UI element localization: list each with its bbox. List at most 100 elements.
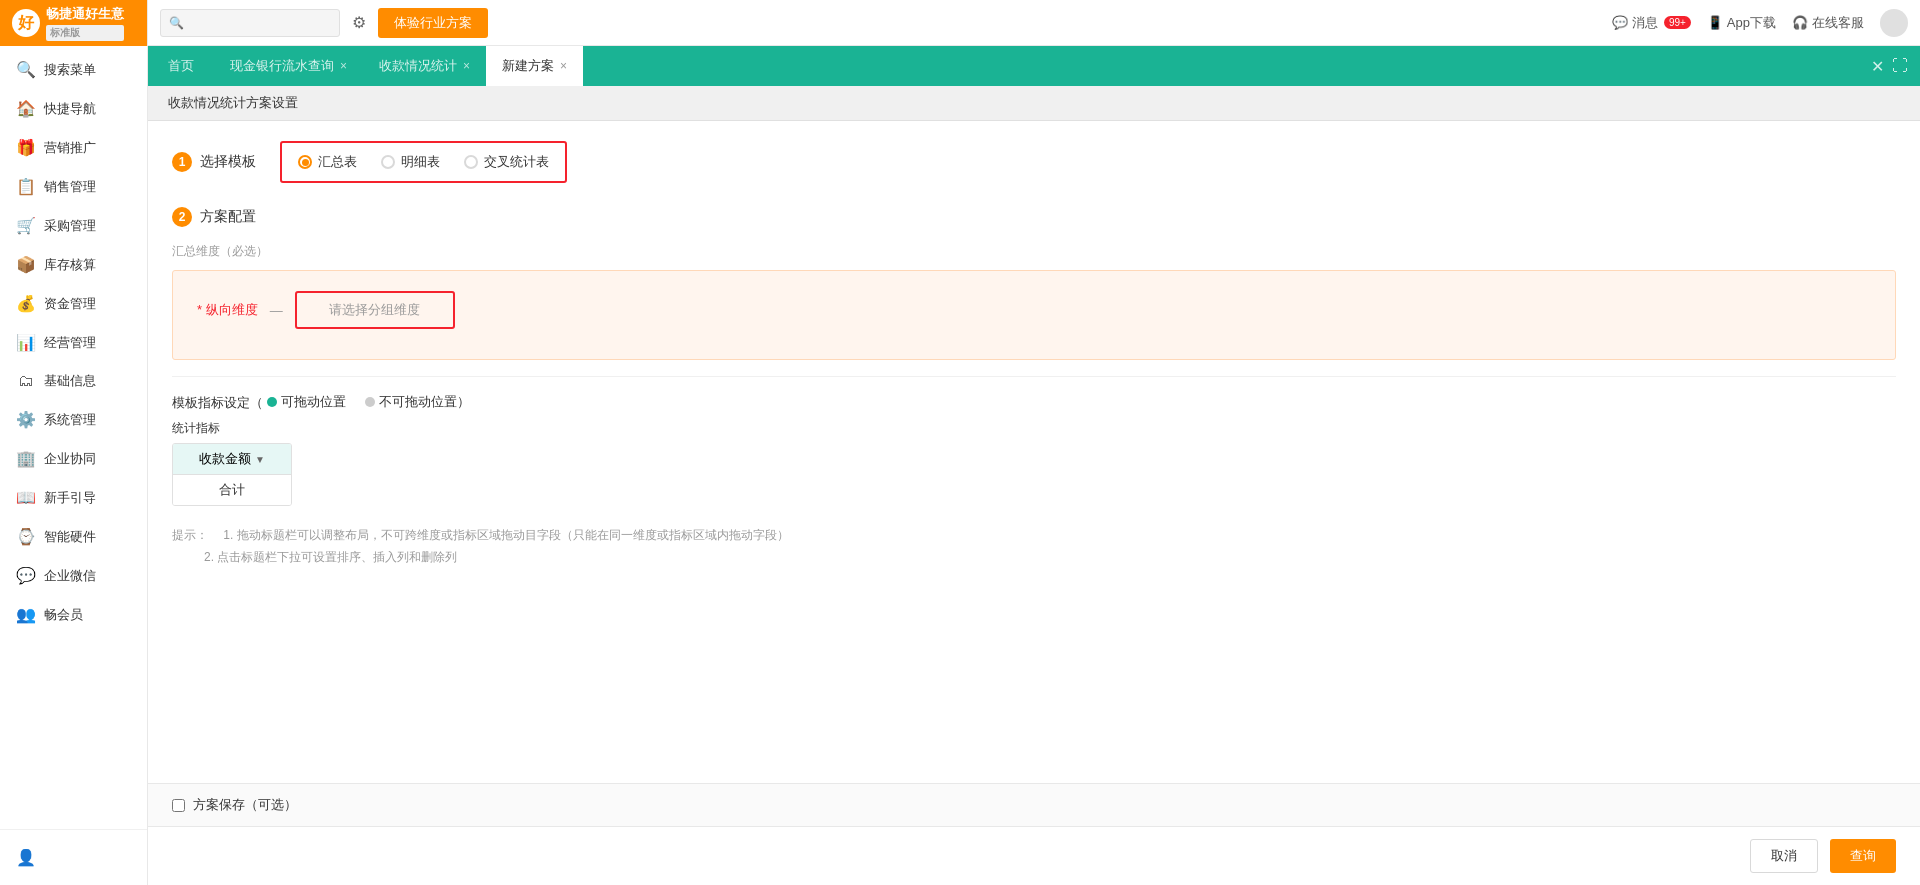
sidebar-item-marketing[interactable]: 🎁 营销推广 <box>0 128 147 167</box>
query-button[interactable]: 查询 <box>1830 839 1896 873</box>
sidebar-label-enterprise: 企业协同 <box>44 450 96 468</box>
logo-text-block: 畅捷通好生意 标准版 <box>46 5 124 41</box>
quick-nav-icon: 🏠 <box>16 99 36 118</box>
support-icon: 🎧 <box>1792 15 1808 30</box>
draggable-badge: 可拖动位置 <box>267 393 346 411</box>
page-title: 收款情况统计方案设置 <box>168 95 298 110</box>
section-divider <box>172 376 1896 377</box>
support-label: 在线客服 <box>1812 14 1864 32</box>
sidebar-item-operations[interactable]: 📊 经营管理 <box>0 323 147 362</box>
section2-title: 方案配置 <box>200 208 256 226</box>
radio-cross[interactable]: 交叉统计表 <box>464 153 549 171</box>
search-menu-icon: 🔍 <box>16 60 36 79</box>
sidebar-item-sales[interactable]: 📋 销售管理 <box>0 167 147 206</box>
radio-cross-circle <box>464 155 478 169</box>
member-icon: 👥 <box>16 605 36 624</box>
message-label: 消息 <box>1632 14 1658 32</box>
dimension-config-label: 汇总维度（必选） <box>172 243 1896 260</box>
stat-header-row[interactable]: 收款金额 ▼ <box>173 444 291 474</box>
stat-indicators-box: 收款金额 ▼ 合计 <box>172 443 292 506</box>
tab-maximize-icon[interactable]: ⛶ <box>1892 57 1908 75</box>
dimension-label-text: 汇总维度（必选） <box>172 244 268 258</box>
bottom-icon1: 👤 <box>16 848 36 867</box>
non-draggable-dot <box>365 397 375 407</box>
sidebar-item-purchase[interactable]: 🛒 采购管理 <box>0 206 147 245</box>
sidebar-item-system[interactable]: ⚙️ 系统管理 <box>0 400 147 439</box>
vertical-dimension-label: * 纵向维度 <box>197 301 258 319</box>
save-section: 方案保存（可选） <box>148 783 1920 826</box>
dimension-arrow: — <box>270 303 283 318</box>
sidebar-label-quick-nav: 快捷导航 <box>44 100 96 118</box>
tab-receipt-stats[interactable]: 收款情况统计 × <box>363 46 486 86</box>
section1-num: 1 <box>172 152 192 172</box>
sidebar-item-newbie[interactable]: 📖 新手引导 <box>0 478 147 517</box>
draggable-dot <box>267 397 277 407</box>
tab-bank-flow[interactable]: 现金银行流水查询 × <box>214 46 363 86</box>
sidebar-item-quick-nav[interactable]: 🏠 快捷导航 <box>0 89 147 128</box>
page-title-bar: 收款情况统计方案设置 <box>148 86 1920 121</box>
app-version: 标准版 <box>46 25 124 41</box>
tab-receipt-stats-close[interactable]: × <box>463 59 470 73</box>
dimension-selector[interactable]: 请选择分组维度 <box>295 291 455 329</box>
finance-icon: 💰 <box>16 294 36 313</box>
sidebar-bottom-item1[interactable]: 👤 <box>0 838 147 877</box>
radio-summary-circle <box>298 155 312 169</box>
sidebar: 好 畅捷通好生意 标准版 🔍 搜索菜单 🏠 快捷导航 🎁 营销推广 📋 销售管理… <box>0 0 148 885</box>
sidebar-item-search-menu[interactable]: 🔍 搜索菜单 <box>0 50 147 89</box>
sidebar-item-inventory[interactable]: 📦 库存核算 <box>0 245 147 284</box>
section1-title: 选择模板 <box>200 153 256 171</box>
sidebar-label-operations: 经营管理 <box>44 334 96 352</box>
sidebar-item-member[interactable]: 👥 畅会员 <box>0 595 147 634</box>
dimension-area: * 纵向维度 — 请选择分组维度 <box>172 270 1896 360</box>
tab-receipt-stats-label: 收款情况统计 <box>379 57 457 75</box>
sidebar-label-purchase: 采购管理 <box>44 217 96 235</box>
download-label: App下载 <box>1727 14 1776 32</box>
sidebar-item-basic[interactable]: 🗂 基础信息 <box>0 362 147 400</box>
radio-detail[interactable]: 明细表 <box>381 153 440 171</box>
stat-label: 统计指标 <box>172 420 1896 437</box>
message-button[interactable]: 💬 消息 99+ <box>1612 14 1691 32</box>
sidebar-item-smart-hw[interactable]: ⌚ 智能硬件 <box>0 517 147 556</box>
radio-summary[interactable]: 汇总表 <box>298 153 357 171</box>
settings-icon[interactable]: ⚙ <box>352 13 366 32</box>
download-button[interactable]: 📱 App下载 <box>1707 14 1776 32</box>
tab-new-plan-close[interactable]: × <box>560 59 567 73</box>
tab-close-all-icon[interactable]: ✕ <box>1871 57 1884 76</box>
user-avatar[interactable] <box>1880 9 1908 37</box>
template-options: 汇总表 明细表 交叉统计表 <box>280 141 567 183</box>
tab-home[interactable]: 首页 <box>148 46 214 86</box>
sidebar-bottom: 👤 <box>0 829 147 885</box>
sidebar-label-newbie: 新手引导 <box>44 489 96 507</box>
form-content: 1 选择模板 汇总表 明细表 <box>148 121 1920 783</box>
sidebar-item-wechat[interactable]: 💬 企业微信 <box>0 556 147 595</box>
indicators-section: 模板指标设定（ 可拖动位置 不可拖动位置） <box>172 393 1896 509</box>
save-label: 方案保存（可选） <box>193 796 297 814</box>
tab-bar-right: ✕ ⛶ <box>1871 57 1920 76</box>
message-icon: 💬 <box>1612 15 1628 30</box>
stat-total-cell: 合计 <box>173 474 291 505</box>
tab-bank-flow-close[interactable]: × <box>340 59 347 73</box>
tips-section: 提示： 1. 拖动标题栏可以调整布局，不可跨维度或指标区域拖动目字段（只能在同一… <box>172 525 1896 568</box>
save-checkbox[interactable] <box>172 799 185 812</box>
app-name: 畅捷通好生意 <box>46 5 124 23</box>
header-actions: 💬 消息 99+ 📱 App下载 🎧 在线客服 <box>1612 9 1908 37</box>
sidebar-item-finance[interactable]: 💰 资金管理 <box>0 284 147 323</box>
sidebar-label-marketing: 营销推广 <box>44 139 96 157</box>
header-search-bar[interactable]: 🔍 <box>160 9 340 37</box>
inventory-icon: 📦 <box>16 255 36 274</box>
tab-new-plan[interactable]: 新建方案 × <box>486 46 583 86</box>
sidebar-label-basic: 基础信息 <box>44 372 96 390</box>
sidebar-label-search-menu: 搜索菜单 <box>44 61 96 79</box>
smart-hw-icon: ⌚ <box>16 527 36 546</box>
indicators-label: 模板指标设定（ 可拖动位置 不可拖动位置） <box>172 393 1896 412</box>
sidebar-label-sales: 销售管理 <box>44 178 96 196</box>
stat-dropdown-icon[interactable]: ▼ <box>255 454 265 465</box>
support-button[interactable]: 🎧 在线客服 <box>1792 14 1864 32</box>
cancel-button[interactable]: 取消 <box>1750 839 1818 873</box>
trial-button[interactable]: 体验行业方案 <box>378 8 488 38</box>
basic-icon: 🗂 <box>16 372 36 390</box>
app-logo: 好 畅捷通好生意 标准版 <box>0 0 147 46</box>
tab-bar: 首页 现金银行流水查询 × 收款情况统计 × 新建方案 × ✕ ⛶ <box>148 46 1920 86</box>
sidebar-item-enterprise[interactable]: 🏢 企业协同 <box>0 439 147 478</box>
config-section: 2 方案配置 汇总维度（必选） * 纵向维度 — 请选择分组维度 <box>172 207 1896 568</box>
